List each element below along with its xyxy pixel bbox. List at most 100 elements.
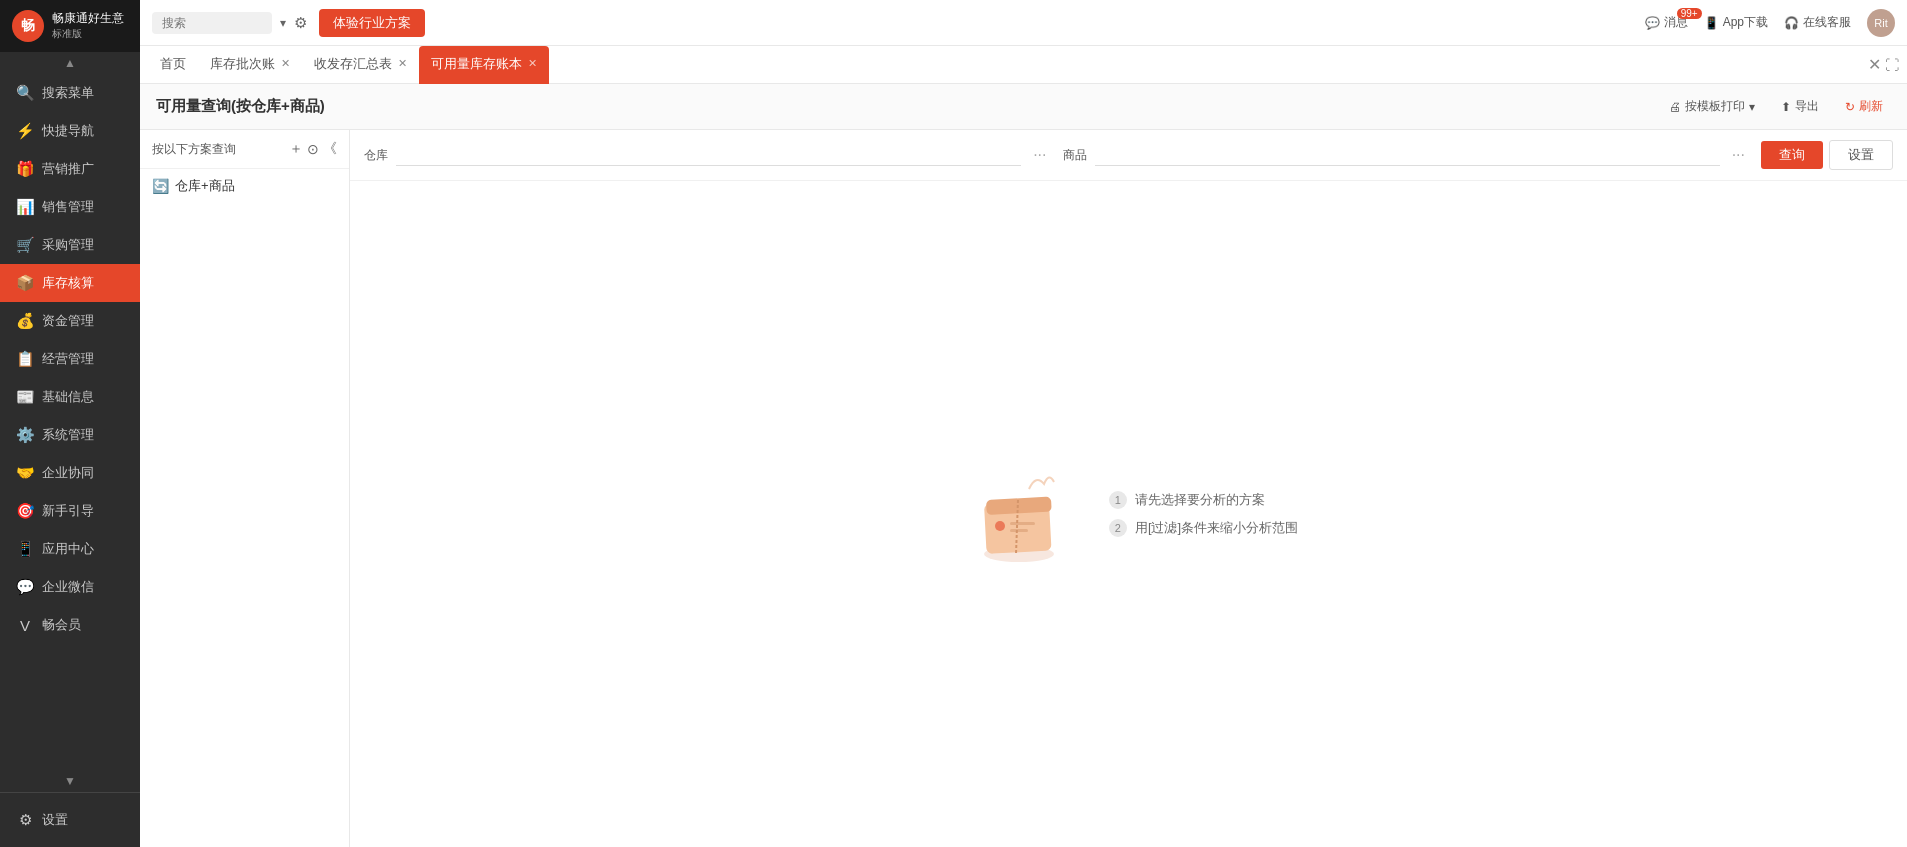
sidebar-scroll-down[interactable]: ▼ [0,770,140,792]
tab-bar-expand-btn[interactable]: ⛶ [1885,57,1899,73]
topbar-right: 💬 消息 99+ 📱 App下载 🎧 在线客服 Rit [1645,9,1895,37]
app-icon: 📱 [1704,16,1719,30]
export-btn[interactable]: ⬆ 导出 [1773,94,1827,119]
filter-item-icon: 🔄 [152,178,169,194]
sidebar-item-corp[interactable]: 🤝 企业协同 [0,454,140,492]
filter-collapse-btn[interactable]: 《 [323,140,337,158]
page-title: 可用量查询(按仓库+商品) [156,97,325,116]
tab-collection-summary[interactable]: 收发存汇总表 ✕ [302,46,419,84]
filter-item-label: 仓库+商品 [175,177,235,195]
data-panel: 仓库 ··· 商品 ··· 查询 设置 [350,130,1907,847]
quick-nav-icon: ⚡ [16,122,34,140]
sidebar-item-sales[interactable]: 📊 销售管理 [0,188,140,226]
sidebar-item-finance[interactable]: 💰 资金管理 [0,302,140,340]
sidebar-item-inventory[interactable]: 📦 库存核算 [0,264,140,302]
settings-icon: ⚙ [16,811,34,829]
topbar-gear-icon[interactable]: ⚙ [294,14,307,32]
user-avatar[interactable]: Rit [1867,9,1895,37]
query-btn[interactable]: 查询 [1761,141,1823,169]
filter-settings-btn[interactable]: ⊙ [307,141,319,157]
sidebar-item-vip[interactable]: V 畅会员 [0,606,140,644]
topbar-msg[interactable]: 💬 消息 99+ [1645,14,1688,31]
goods-label: 商品 [1063,147,1087,164]
settings-btn[interactable]: 设置 [1829,140,1893,170]
sidebar-item-label-inventory: 库存核算 [42,274,94,292]
tab-home[interactable]: 首页 [148,46,198,84]
main-area: ▾ ⚙ 体验行业方案 💬 消息 99+ 📱 App下载 🎧 在线客服 Rit [140,0,1907,847]
sidebar-item-apps[interactable]: 📱 应用中心 [0,530,140,568]
goods-more-btn[interactable]: ··· [1732,146,1745,164]
sidebar-item-label-apps: 应用中心 [42,540,94,558]
tab-label-home: 首页 [160,55,186,73]
query-bar: 仓库 ··· 商品 ··· 查询 设置 [350,130,1907,181]
print-dropdown-icon: ▾ [1749,100,1755,114]
export-icon: ⬆ [1781,100,1791,114]
sidebar-nav: 🔍 搜索菜单 ⚡ 快捷导航 🎁 营销推广 📊 销售管理 🛒 采购管理 📦 库存核… [0,74,140,770]
sidebar-item-label-base: 基础信息 [42,388,94,406]
tab-label-batch-ledger: 库存批次账 [210,55,275,73]
sidebar-item-base[interactable]: 📰 基础信息 [0,378,140,416]
sidebar-item-newbie[interactable]: 🎯 新手引导 [0,492,140,530]
filter-header: 按以下方案查询 ＋ ⊙ 《 [140,130,349,169]
apps-icon: 📱 [16,540,34,558]
sidebar-item-quick-nav[interactable]: ⚡ 快捷导航 [0,112,140,150]
refresh-btn[interactable]: ↻ 刷新 [1837,94,1891,119]
purchase-icon: 🛒 [16,236,34,254]
goods-field: 商品 ··· [1063,145,1746,166]
tab-close-collection-summary[interactable]: ✕ [398,57,407,70]
warehouse-input[interactable] [396,145,1021,166]
sidebar-item-search[interactable]: 🔍 搜索菜单 [0,74,140,112]
sidebar-item-label-sales: 销售管理 [42,198,94,216]
print-btn[interactable]: 🖨 按模板打印 ▾ [1661,94,1763,119]
tab-bar-close-btn[interactable]: ✕ [1868,55,1881,74]
sidebar-item-system[interactable]: ⚙️ 系统管理 [0,416,140,454]
trial-btn[interactable]: 体验行业方案 [319,9,425,37]
brand-name: 畅康通好生意 [52,11,124,27]
topbar-service[interactable]: 🎧 在线客服 [1784,14,1851,31]
filter-add-btn[interactable]: ＋ [289,140,303,158]
wechat-icon: 💬 [16,578,34,596]
content-area: 按以下方案查询 ＋ ⊙ 《 🔄 仓库+商品 仓库 ··· [140,130,1907,847]
sidebar: 畅 畅康通好生意 标准版 ▲ 🔍 搜索菜单 ⚡ 快捷导航 🎁 营销推广 📊 销售… [0,0,140,847]
topbar-app-download[interactable]: 📱 App下载 [1704,14,1768,31]
sidebar-item-label-vip: 畅会员 [42,616,81,634]
filter-panel: 按以下方案查询 ＋ ⊙ 《 🔄 仓库+商品 [140,130,350,847]
sidebar-item-settings[interactable]: ⚙ 设置 [0,801,140,839]
sidebar-item-label-newbie: 新手引导 [42,502,94,520]
filter-item-warehouse-goods[interactable]: 🔄 仓库+商品 [140,169,349,203]
newbie-icon: 🎯 [16,502,34,520]
warehouse-more-btn[interactable]: ··· [1033,146,1046,164]
goods-input[interactable] [1095,145,1720,166]
query-right-actions: 查询 设置 [1761,140,1893,170]
inventory-icon: 📦 [16,274,34,292]
refresh-icon: ↻ [1845,100,1855,114]
sidebar-item-wechat[interactable]: 💬 企业微信 [0,568,140,606]
tab-bar: 首页 库存批次账 ✕ 收发存汇总表 ✕ 可用量库存账本 ✕ ✕ ⛶ [140,46,1907,84]
tab-label-available-ledger: 可用量库存账本 [431,55,522,73]
sidebar-item-label-finance: 资金管理 [42,312,94,330]
print-icon: 🖨 [1669,100,1681,114]
filter-header-actions: ＋ ⊙ 《 [289,140,337,158]
empty-state: 1 请先选择要分析的方案 2 用[过滤]条件来缩小分析范围 [350,181,1907,847]
sidebar-item-label-marketing: 营销推广 [42,160,94,178]
tab-available-ledger[interactable]: 可用量库存账本 ✕ [419,46,549,84]
sidebar-item-ops[interactable]: 📋 经营管理 [0,340,140,378]
topbar-dropdown-btn[interactable]: ▾ [280,16,286,30]
tip-1-num: 1 [1109,491,1127,509]
page-header: 可用量查询(按仓库+商品) 🖨 按模板打印 ▾ ⬆ 导出 ↻ 刷新 [140,84,1907,130]
sidebar-item-label-system: 系统管理 [42,426,94,444]
tab-batch-ledger[interactable]: 库存批次账 ✕ [198,46,302,84]
search-icon: 🔍 [16,84,34,102]
sidebar-scroll-up[interactable]: ▲ [0,52,140,74]
page-actions: 🖨 按模板打印 ▾ ⬆ 导出 ↻ 刷新 [1661,94,1891,119]
sidebar-header: 畅 畅康通好生意 标准版 [0,0,140,52]
topbar: ▾ ⚙ 体验行业方案 💬 消息 99+ 📱 App下载 🎧 在线客服 Rit [140,0,1907,46]
tab-label-collection-summary: 收发存汇总表 [314,55,392,73]
tab-close-batch-ledger[interactable]: ✕ [281,57,290,70]
topbar-search-input[interactable] [152,12,272,34]
tab-close-available-ledger[interactable]: ✕ [528,57,537,70]
sidebar-item-label-quick-nav: 快捷导航 [42,122,94,140]
sidebar-item-marketing[interactable]: 🎁 营销推广 [0,150,140,188]
sidebar-item-purchase[interactable]: 🛒 采购管理 [0,226,140,264]
tip-2-num: 2 [1109,519,1127,537]
